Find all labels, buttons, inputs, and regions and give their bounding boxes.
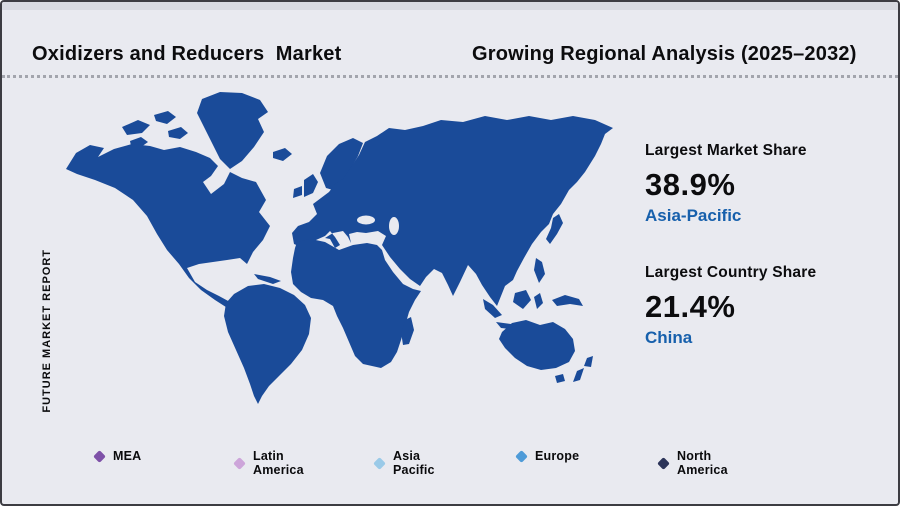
- legend-item-europe: Europe: [515, 449, 580, 463]
- country-share-stat: Largest Country Share 21.4% China: [645, 264, 895, 348]
- brand-watermark: FUTURE MARKET REPORT: [41, 248, 53, 413]
- latin-america-diamond-icon: [233, 456, 246, 470]
- legend-item-asia-pacific: Asia Pacific: [373, 449, 435, 477]
- legend-label: Europe: [535, 449, 580, 463]
- market-title: Oxidizers and Reducers Market: [32, 43, 342, 65]
- legend-label: Asia Pacific: [393, 449, 435, 477]
- market-share-region: Asia-Pacific: [645, 206, 742, 225]
- country-share-value: 21.4%: [645, 289, 736, 324]
- legend-item-latin-america: Latin America: [233, 449, 304, 477]
- legend-item-mea: MEA: [93, 449, 142, 463]
- top-strip: [2, 2, 898, 10]
- market-share-value: 38.9%: [645, 167, 736, 202]
- legend-label: MEA: [113, 449, 142, 463]
- north-america-diamond-icon: [657, 456, 670, 470]
- brand-watermark-wrap: FUTURE MARKET REPORT: [35, 248, 59, 413]
- infographic-frame: Oxidizers and Reducers Market Growing Re…: [0, 0, 900, 506]
- dotted-divider: [2, 75, 898, 78]
- legend-label: North America: [677, 449, 728, 477]
- market-share-stat: Largest Market Share 38.9% Asia-Pacific: [645, 142, 895, 226]
- legend-label: Latin America: [253, 449, 304, 477]
- europe-diamond-icon: [515, 449, 528, 463]
- country-share-label: Largest Country Share: [645, 264, 817, 281]
- country-share-region: China: [645, 328, 693, 347]
- mea-diamond-icon: [93, 449, 106, 463]
- asia-pacific-diamond-icon: [373, 456, 386, 470]
- report-subtitle: Growing Regional Analysis (2025–2032): [472, 43, 857, 65]
- market-share-label: Largest Market Share: [645, 142, 807, 159]
- legend-item-north-america: North America: [657, 449, 728, 477]
- world-map: [66, 92, 613, 404]
